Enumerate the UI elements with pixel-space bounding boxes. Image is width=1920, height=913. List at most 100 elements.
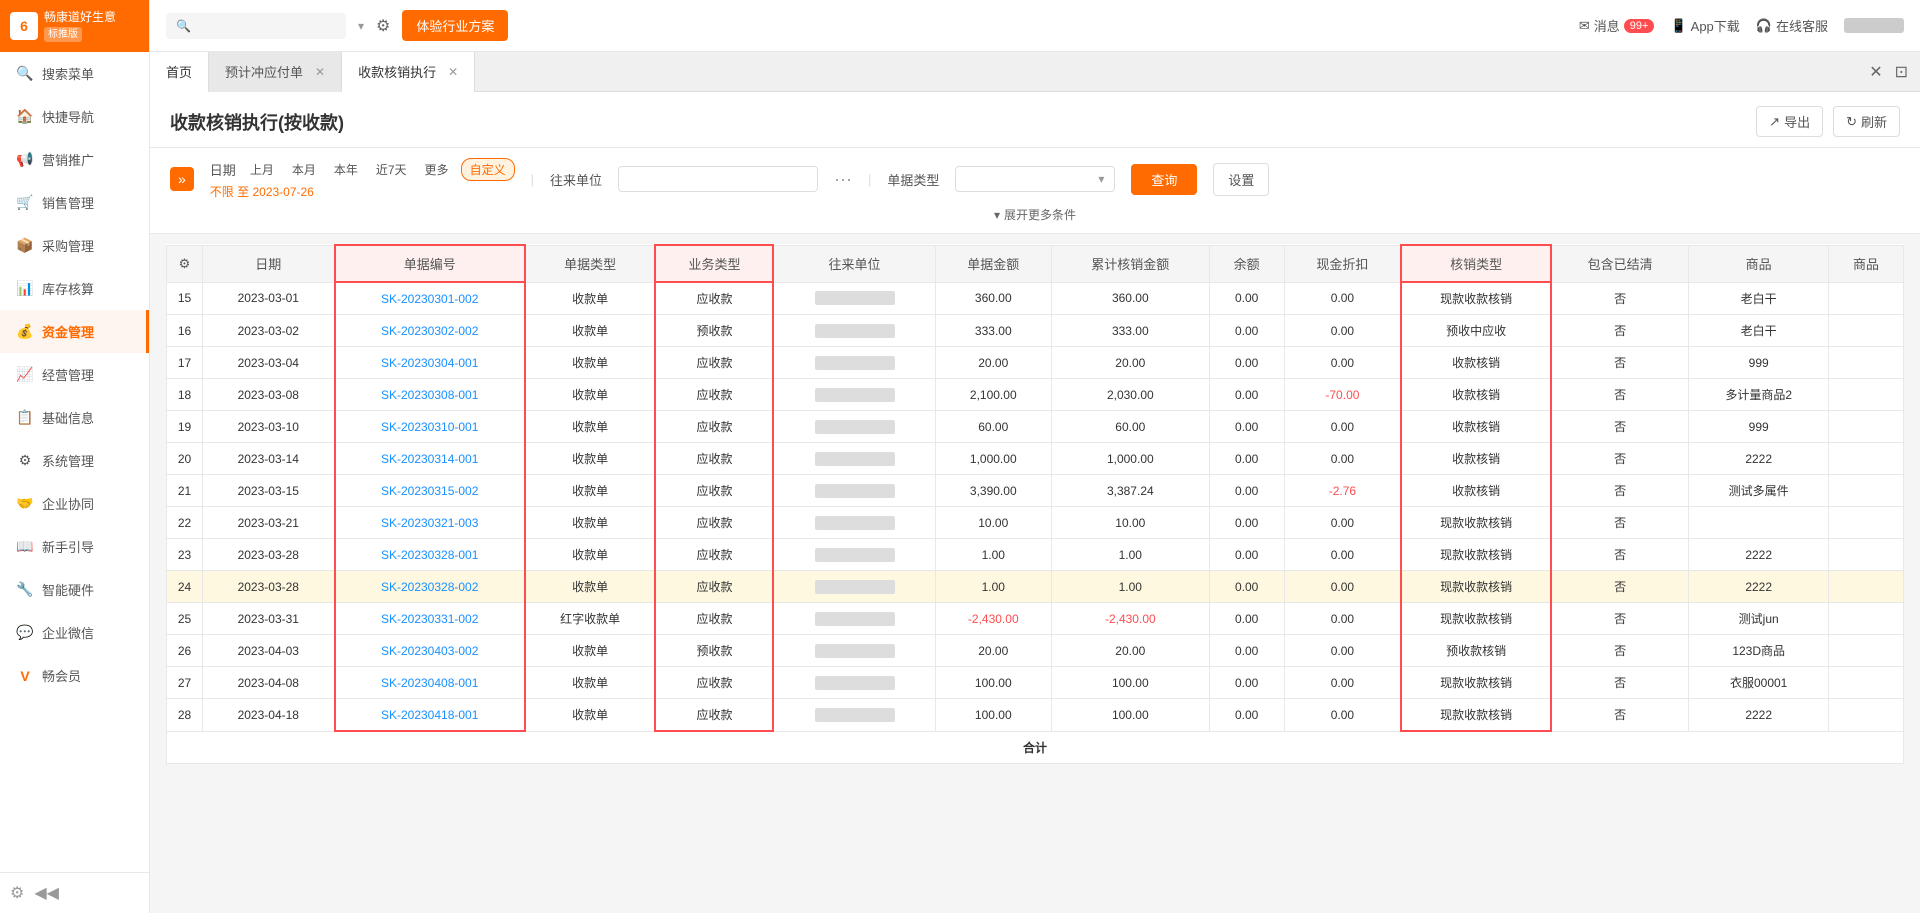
row-doc-no[interactable]: SK-20230315-002 [335,475,525,507]
dropdown-arrow-icon[interactable]: ▾ [358,19,364,33]
filter-date-section: 日期 上月 本月 本年 近7天 更多 自定义 不限 至 2023-07-26 [210,158,515,200]
app-download-action[interactable]: 📱 App下载 [1670,16,1739,35]
tab-writeoff[interactable]: 收款核销执行 ✕ [342,52,475,92]
row-product1: 2222 [1689,699,1829,732]
sidebar-item-hardware[interactable]: 🔧 智能硬件 [0,568,149,611]
settings-bottom-icon[interactable]: ⚙ [10,883,24,903]
row-cash-discount: 0.00 [1284,603,1401,635]
tab-home[interactable]: 首页 [150,52,209,92]
row-cash-discount: 0.00 [1284,539,1401,571]
message-action[interactable]: ✉ 消息 99+ [1579,16,1655,35]
date-more-btn[interactable]: 更多 [419,159,455,180]
row-doc-no[interactable]: SK-20230328-001 [335,539,525,571]
sidebar-item-operation[interactable]: 📈 经营管理 [0,353,149,396]
filter-collapse-button[interactable]: » [170,167,194,191]
row-date: 2023-04-08 [203,667,335,699]
sidebar-item-purchase[interactable]: 📦 采购管理 [0,224,149,267]
tabs-bar: 首页 预计冲应付单 ✕ 收款核销执行 ✕ ✕ ⊡ [150,52,1920,92]
date-this-month-btn[interactable]: 本月 [286,159,322,180]
topbar-search[interactable]: 🔍 [166,13,346,39]
row-doc-no[interactable]: SK-20230314-001 [335,443,525,475]
sidebar-item-sales[interactable]: 🛒 销售管理 [0,181,149,224]
sidebar-item-basic-info[interactable]: 📋 基础信息 [0,396,149,439]
row-amount: 100.00 [935,667,1051,699]
refresh-button[interactable]: ↻ 刷新 [1833,106,1900,137]
tab-prepay-close-icon[interactable]: ✕ [315,65,325,79]
sidebar: 6 畅康道好生意 标推版 🔍 搜索菜单 🏠 快捷导航 📢 营销推广 🛒 销售管理… [0,0,150,913]
sidebar-item-search[interactable]: 🔍 搜索菜单 [0,52,149,95]
topbar-user[interactable]: Rit [1844,18,1904,33]
sidebar-item-quicknav[interactable]: 🏠 快捷导航 [0,95,149,138]
topbar-gear-icon[interactable]: ⚙ [376,16,390,36]
sidebar-item-member[interactable]: V 畅会员 [0,654,149,697]
row-writeoff-type: 收款核销 [1401,443,1551,475]
col-cash-discount: 现金折扣 [1284,245,1401,282]
row-biz-type: 应收款 [655,667,773,699]
table-footer-label: 合计 [167,731,1904,764]
expand-conditions-button[interactable]: ▾ 展开更多条件 [994,206,1076,223]
inventory-icon: 📊 [16,280,34,298]
counterpart-input[interactable] [618,166,818,192]
online-service-action[interactable]: 🎧 在线客服 [1756,16,1828,35]
industry-solution-button[interactable]: 体验行业方案 [402,10,508,41]
purchase-icon: 📦 [16,237,34,255]
query-button[interactable]: 查询 [1131,164,1197,195]
row-doc-no[interactable]: SK-20230328-002 [335,571,525,603]
tab-prepay[interactable]: 预计冲应付单 ✕ [209,52,342,92]
row-product2 [1829,507,1904,539]
search-icon: 🔍 [176,19,191,33]
row-doc-no[interactable]: SK-20230302-002 [335,315,525,347]
row-doc-no[interactable]: SK-20230321-003 [335,507,525,539]
row-doc-no[interactable]: SK-20230304-001 [335,347,525,379]
row-cash-discount: -2.76 [1284,475,1401,507]
sidebar-item-guide[interactable]: 📖 新手引导 [0,525,149,568]
row-include-settled: 否 [1551,347,1689,379]
row-doc-no[interactable]: SK-20230418-001 [335,699,525,732]
wechat-icon: 💬 [16,624,34,642]
table-area: ⚙ 日期 单据编号 单据类型 业务类型 往来单位 单据金额 累计核销金额 余额 … [150,234,1920,913]
row-product1: 2222 [1689,539,1829,571]
date-custom-btn[interactable]: 自定义 [461,158,515,181]
row-doc-no[interactable]: SK-20230403-002 [335,635,525,667]
col-balance: 余额 [1209,245,1284,282]
row-counterpart [773,571,935,603]
date-this-year-btn[interactable]: 本年 [328,159,364,180]
setting-button[interactable]: 设置 [1213,163,1269,196]
row-doc-no[interactable]: SK-20230408-001 [335,667,525,699]
search-icon: 🔍 [16,65,34,83]
row-doc-no[interactable]: SK-20230310-001 [335,411,525,443]
sidebar-item-collab[interactable]: 🤝 企业协同 [0,482,149,525]
sidebar-item-finance[interactable]: 💰 资金管理 [0,310,149,353]
row-doc-no[interactable]: SK-20230331-002 [335,603,525,635]
date-7days-btn[interactable]: 近7天 [370,159,413,180]
row-include-settled: 否 [1551,411,1689,443]
row-doc-no[interactable]: SK-20230308-001 [335,379,525,411]
row-doc-no[interactable]: SK-20230301-002 [335,282,525,315]
export-button[interactable]: ↗ 导出 [1756,106,1823,137]
row-writeoff: 360.00 [1051,282,1209,315]
main-area: 🔍 ▾ ⚙ 体验行业方案 ✉ 消息 99+ 📱 App下载 🎧 在线 [150,0,1920,913]
row-doc-type: 收款单 [525,507,656,539]
row-no: 24 [167,571,203,603]
tab-maximize-button[interactable]: ⊡ [1891,58,1912,86]
sidebar-item-wechat[interactable]: 💬 企业微信 [0,611,149,654]
row-cash-discount: 0.00 [1284,443,1401,475]
operation-icon: 📈 [16,366,34,384]
tab-close-all-button[interactable]: ✕ [1865,58,1886,86]
date-last-month-btn[interactable]: 上月 [244,159,280,180]
row-biz-type: 应收款 [655,379,773,411]
sidebar-item-marketing[interactable]: 📢 营销推广 [0,138,149,181]
row-product1: 多计量商品2 [1689,379,1829,411]
sidebar-item-inventory[interactable]: 📊 库存核算 [0,267,149,310]
sidebar-item-system[interactable]: ⚙ 系统管理 [0,439,149,482]
filter-row: » 日期 上月 本月 本年 近7天 更多 自定义 [170,158,1900,200]
col-settings[interactable]: ⚙ [167,245,203,282]
row-include-settled: 否 [1551,507,1689,539]
row-doc-type: 收款单 [525,475,656,507]
row-counterpart [773,603,935,635]
row-amount: 360.00 [935,282,1051,315]
doc-type-select[interactable]: ▾ [955,166,1115,192]
more-options-icon[interactable]: ··· [834,169,852,190]
tab-writeoff-close-icon[interactable]: ✕ [448,65,458,79]
collapse-icon[interactable]: ◀◀ [34,883,59,903]
